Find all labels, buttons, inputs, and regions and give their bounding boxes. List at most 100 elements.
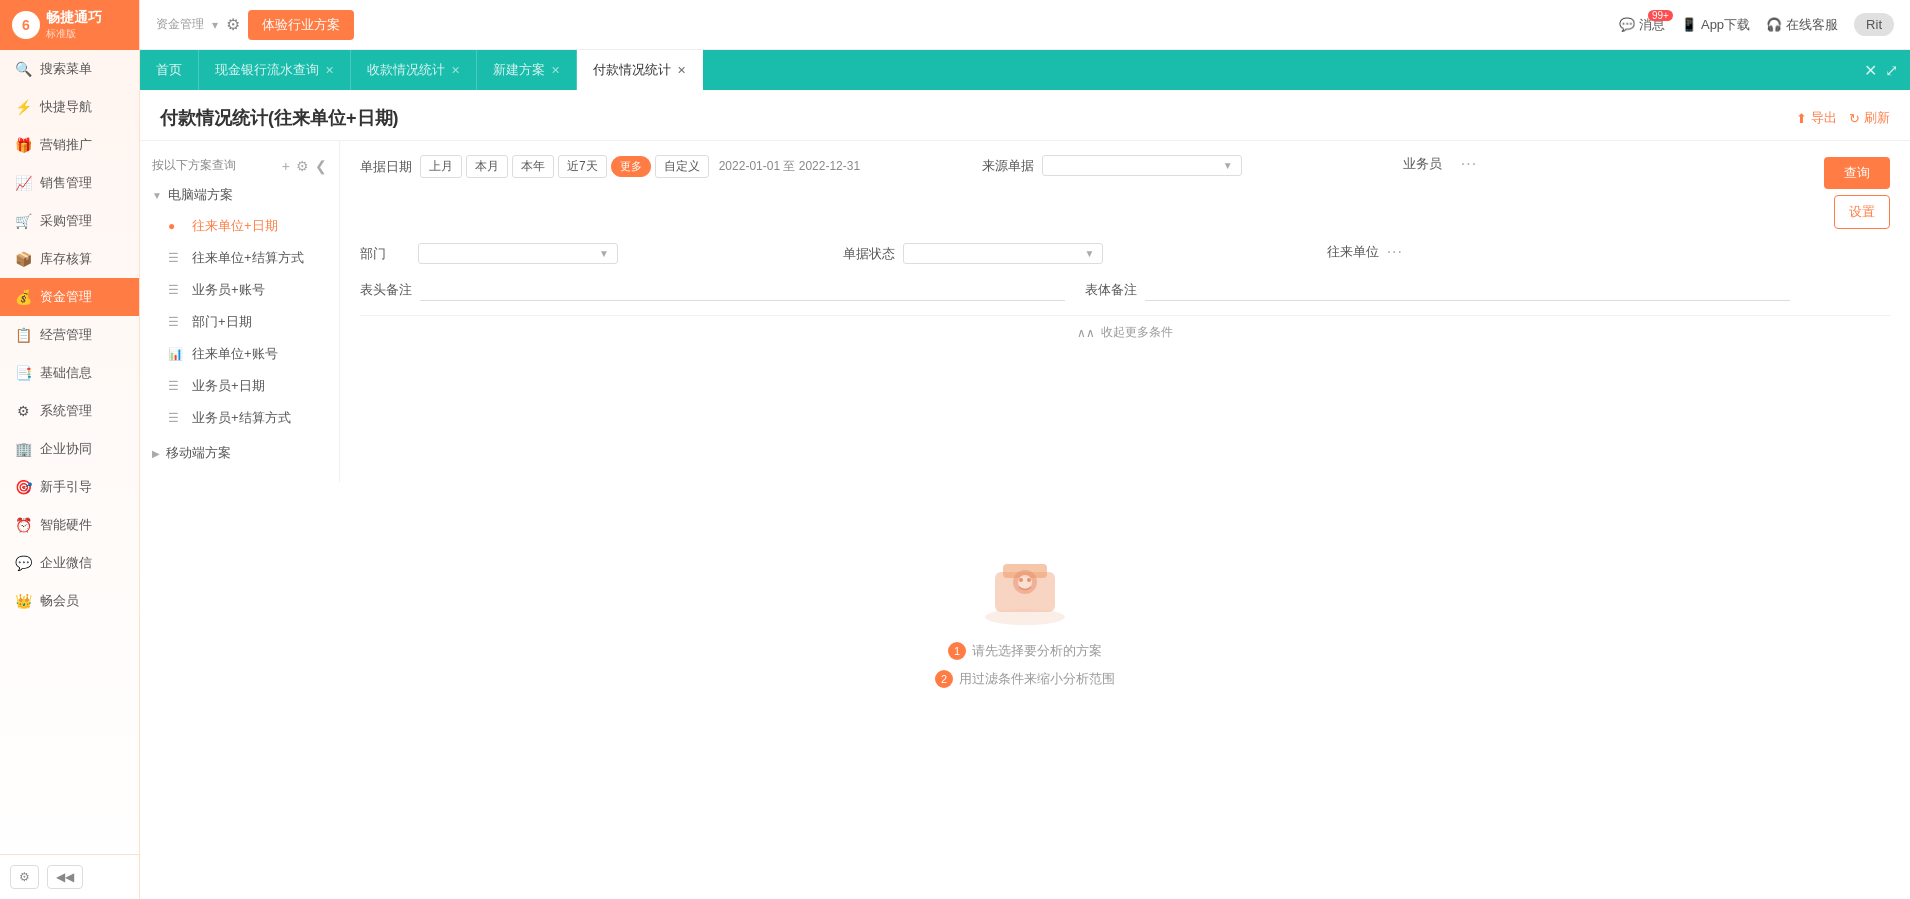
staff-more-btn[interactable]: ··· xyxy=(1461,155,1477,173)
app-download-btn[interactable]: 📱 App下载 xyxy=(1681,16,1750,34)
filter-section: 按以下方案查询 + ⚙ ❮ ▼ 电脑端方案 xyxy=(140,141,1910,482)
sidebar-item-inventory[interactable]: 📦 库存核算 xyxy=(0,240,139,278)
date-field: 单据日期 上月 本月 本年 近7天 更多 自定义 2022-01-01 至 20… xyxy=(360,155,962,178)
trial-btn[interactable]: 体验行业方案 xyxy=(248,10,354,40)
topbar: 资金管理 ▾ ⚙ 体验行业方案 💬 消息 99+ 📱 App下载 🎧 在线客服 … xyxy=(140,0,1910,50)
sidebar-item-hardware[interactable]: ⏰ 智能硬件 xyxy=(0,506,139,544)
main-content: 资金管理 ▾ ⚙ 体验行业方案 💬 消息 99+ 📱 App下载 🎧 在线客服 … xyxy=(140,0,1910,899)
sidebar-item-basic[interactable]: 📑 基础信息 xyxy=(0,354,139,392)
date-this-month-btn[interactable]: 本月 xyxy=(466,155,508,178)
sidebar-item-weixin[interactable]: 💬 企业微信 xyxy=(0,544,139,582)
inventory-icon: 📦 xyxy=(14,251,32,267)
tab-cashflow-close[interactable]: ✕ xyxy=(325,64,334,77)
app-name: 畅捷通巧 xyxy=(46,9,102,27)
doc-status-select[interactable]: ▼ xyxy=(903,243,1103,264)
sidebar-item-sales[interactable]: 📈 销售管理 xyxy=(0,164,139,202)
tab-cashflow[interactable]: 现金银行流水查询 ✕ xyxy=(199,50,351,90)
sidebar-item-finance[interactable]: 💰 资金管理 xyxy=(0,278,139,316)
empty-illustration xyxy=(975,542,1075,632)
headset-icon: 🎧 xyxy=(1766,17,1782,32)
collapse-more-btn[interactable]: ∧∧ 收起更多条件 xyxy=(360,315,1890,349)
export-btn[interactable]: ⬆ 导出 xyxy=(1796,109,1837,127)
sidebar-collapse-btn[interactable]: ◀◀ xyxy=(47,865,83,889)
staff-field: 业务员 ··· xyxy=(1403,155,1804,173)
messages-btn[interactable]: 💬 消息 99+ xyxy=(1619,16,1665,34)
tab-expand-icon[interactable]: ⤢ xyxy=(1885,61,1898,80)
doc-status-label: 单据状态 xyxy=(843,245,895,263)
sidebar-item-corp[interactable]: 🏢 企业协同 xyxy=(0,430,139,468)
refresh-btn[interactable]: ↻ 刷新 xyxy=(1849,109,1890,127)
date-label: 单据日期 xyxy=(360,158,412,176)
topbar-gear-icon[interactable]: ⚙ xyxy=(226,15,240,34)
body-remark-input[interactable] xyxy=(1145,278,1790,301)
sidebar-item-system[interactable]: ⚙ 系统管理 xyxy=(0,392,139,430)
export-icon: ⬆ xyxy=(1796,111,1807,126)
tab-new-close[interactable]: ✕ xyxy=(551,64,560,77)
scheme-settings-btn[interactable]: ⚙ xyxy=(296,158,309,174)
pc-group-arrow: ▼ xyxy=(152,190,162,201)
sidebar-item-operation[interactable]: 📋 经营管理 xyxy=(0,316,139,354)
contact-more-btn[interactable]: ··· xyxy=(1387,243,1403,261)
tab-payment-close[interactable]: ✕ xyxy=(677,64,686,77)
mobile-group-label: 移动端方案 xyxy=(166,444,231,462)
scheme-panel: 按以下方案查询 + ⚙ ❮ ▼ 电脑端方案 xyxy=(140,141,340,482)
online-service-btn[interactable]: 🎧 在线客服 xyxy=(1766,16,1838,34)
header-remark-input[interactable] xyxy=(420,278,1065,301)
tab-receipt-close[interactable]: ✕ xyxy=(451,64,460,77)
empty-hint-1: 1 请先选择要分析的方案 xyxy=(948,642,1102,660)
sidebar-item-nav[interactable]: ⚡ 快捷导航 xyxy=(0,88,139,126)
sidebar-item-marketing[interactable]: 🎁 营销推广 xyxy=(0,126,139,164)
tab-receipt[interactable]: 收款情况统计 ✕ xyxy=(351,50,477,90)
sidebar-item-search[interactable]: 🔍 搜索菜单 xyxy=(0,50,139,88)
basic-icon: 📑 xyxy=(14,365,32,381)
scheme-collapse-btn[interactable]: ❮ xyxy=(315,158,327,174)
date-this-year-btn[interactable]: 本年 xyxy=(512,155,554,178)
query-btn[interactable]: 查询 xyxy=(1824,157,1890,189)
tab-home[interactable]: 首页 xyxy=(140,50,199,90)
tab-payment[interactable]: 付款情况统计 ✕ xyxy=(577,50,703,90)
scheme-group-pc-header[interactable]: ▼ 电脑端方案 xyxy=(140,180,339,210)
page-header-actions: ⬆ 导出 ↻ 刷新 xyxy=(1796,109,1890,127)
header-remark-label: 表头备注 xyxy=(360,281,412,299)
filter-settings-btn[interactable]: 设置 xyxy=(1834,195,1890,229)
sidebar-item-guide[interactable]: 🎯 新手引导 xyxy=(0,468,139,506)
tab-close-all-icon[interactable]: ✕ xyxy=(1864,61,1877,80)
date-custom-btn[interactable]: 自定义 xyxy=(655,155,709,178)
sidebar-settings-btn[interactable]: ⚙ xyxy=(10,865,39,889)
contact-field: 往来单位 ··· xyxy=(1327,243,1790,261)
header-remark-field: 表头备注 xyxy=(360,278,1065,301)
date-7days-btn[interactable]: 近7天 xyxy=(558,155,607,178)
source-select[interactable]: ▼ xyxy=(1042,155,1242,176)
page-header: 付款情况统计(往来单位+日期) ⬆ 导出 ↻ 刷新 xyxy=(140,90,1910,141)
staff-label: 业务员 xyxy=(1403,155,1453,173)
scheme-item-staff-account[interactable]: ☰ 业务员+账号 xyxy=(140,274,339,306)
sidebar-item-purchase[interactable]: 🛒 采购管理 xyxy=(0,202,139,240)
svg-point-5 xyxy=(1019,578,1023,582)
purchase-icon: 🛒 xyxy=(14,213,32,229)
svg-point-6 xyxy=(1027,578,1031,582)
empty-state: 1 请先选择要分析的方案 2 用过滤条件来缩小分析范围 xyxy=(140,482,1910,748)
sidebar-item-member[interactable]: 👑 畅会员 xyxy=(0,582,139,620)
scheme-item-staff-date[interactable]: ☰ 业务员+日期 xyxy=(140,370,339,402)
collapse-icon: ∧∧ xyxy=(1077,326,1095,340)
user-avatar[interactable]: Rit xyxy=(1854,13,1894,36)
finance-icon: 💰 xyxy=(14,289,32,305)
tab-new[interactable]: 新建方案 ✕ xyxy=(477,50,577,90)
date-more-btn[interactable]: 更多 xyxy=(611,156,651,177)
scheme-item-contact-date[interactable]: ● 往来单位+日期 xyxy=(140,210,339,242)
scheme-add-btn[interactable]: + xyxy=(282,158,290,174)
query-btn-group: 查询 设置 xyxy=(1824,155,1890,229)
message-badge: 99+ xyxy=(1648,10,1673,21)
refresh-icon: ↻ xyxy=(1849,111,1860,126)
pc-group-label: 电脑端方案 xyxy=(168,186,233,204)
scheme-item-contact-settle[interactable]: ☰ 往来单位+结算方式 xyxy=(140,242,339,274)
dept-select[interactable]: ▼ xyxy=(418,243,618,264)
search-icon: 🔍 xyxy=(14,61,32,77)
date-last-month-btn[interactable]: 上月 xyxy=(420,155,462,178)
scheme-header-actions: + ⚙ ❮ xyxy=(282,158,327,174)
scheme-item-dept-date[interactable]: ☰ 部门+日期 xyxy=(140,306,339,338)
scheme-item-contact-account[interactable]: 📊 往来单位+账号 xyxy=(140,338,339,370)
scheme-item-staff-settle[interactable]: ☰ 业务员+结算方式 xyxy=(140,402,339,434)
scheme-group-mobile-header[interactable]: ▶ 移动端方案 xyxy=(140,438,339,468)
dept-label: 部门 xyxy=(360,245,410,263)
